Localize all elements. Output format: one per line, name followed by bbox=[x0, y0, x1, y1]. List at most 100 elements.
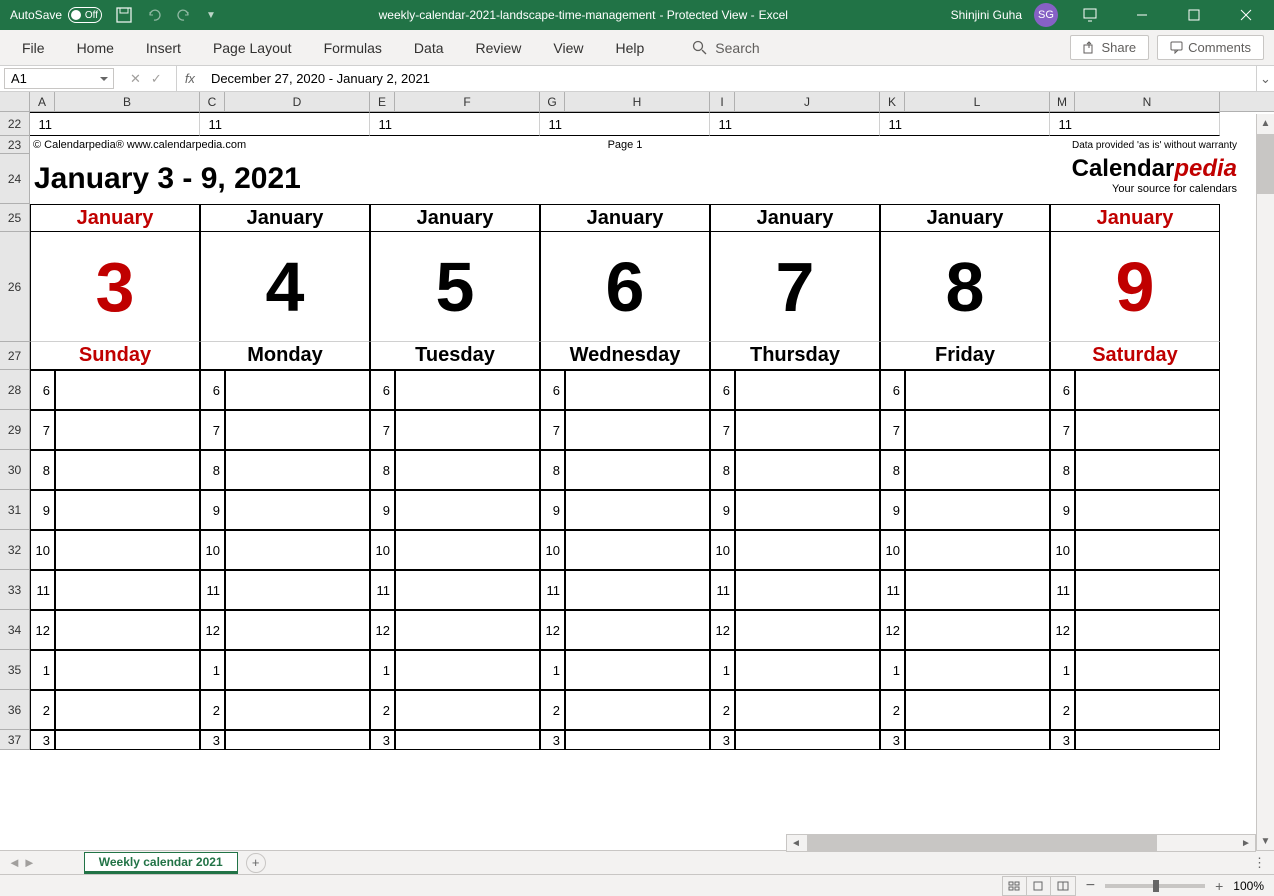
cell[interactable]: 2 bbox=[1050, 690, 1075, 730]
cell[interactable] bbox=[1075, 490, 1220, 530]
cell[interactable]: 6 bbox=[880, 370, 905, 410]
cell[interactable] bbox=[225, 570, 370, 610]
cell[interactable]: 11 bbox=[880, 112, 905, 136]
cancel-icon[interactable]: ✕ bbox=[130, 71, 141, 87]
cell[interactable] bbox=[565, 610, 710, 650]
cell[interactable] bbox=[905, 730, 1050, 750]
cell[interactable] bbox=[565, 530, 710, 570]
cell[interactable]: 11 bbox=[710, 112, 735, 136]
cell[interactable]: 9 bbox=[540, 490, 565, 530]
cell[interactable]: 11 bbox=[200, 570, 225, 610]
cell[interactable] bbox=[395, 490, 540, 530]
tab-split-handle[interactable]: ⋮ bbox=[1253, 855, 1266, 871]
cell[interactable]: January 3 - 9, 2021 bbox=[30, 154, 930, 204]
cell[interactable]: 3 bbox=[710, 730, 735, 750]
enter-icon[interactable]: ✓ bbox=[151, 71, 162, 87]
col-header-D[interactable]: D bbox=[225, 92, 370, 111]
cell[interactable] bbox=[905, 490, 1050, 530]
cell[interactable]: 8 bbox=[370, 450, 395, 490]
vertical-scrollbar[interactable]: ▲ ▼ bbox=[1256, 114, 1274, 850]
cell[interactable] bbox=[225, 610, 370, 650]
cell[interactable] bbox=[905, 650, 1050, 690]
tab-view[interactable]: View bbox=[539, 34, 597, 62]
cell[interactable] bbox=[1075, 610, 1220, 650]
row-header-25[interactable]: 25 bbox=[0, 204, 29, 232]
cell[interactable]: 2 bbox=[540, 690, 565, 730]
cell[interactable] bbox=[735, 490, 880, 530]
cell[interactable]: 8 bbox=[710, 450, 735, 490]
cell[interactable] bbox=[905, 370, 1050, 410]
row-header-27[interactable]: 27 bbox=[0, 342, 29, 370]
cell[interactable]: Data provided 'as is' without warranty bbox=[710, 136, 1240, 154]
cell[interactable] bbox=[395, 690, 540, 730]
cell[interactable]: 1 bbox=[1050, 650, 1075, 690]
scroll-up-icon[interactable]: ▲ bbox=[1257, 114, 1274, 132]
cell[interactable]: 6 bbox=[540, 232, 710, 342]
cell[interactable]: 1 bbox=[540, 650, 565, 690]
cell[interactable] bbox=[225, 530, 370, 570]
cell[interactable]: 12 bbox=[540, 610, 565, 650]
search-box[interactable]: Search bbox=[692, 40, 759, 56]
redo-icon[interactable] bbox=[176, 7, 192, 23]
cell[interactable]: 10 bbox=[710, 530, 735, 570]
cell[interactable]: 6 bbox=[1050, 370, 1075, 410]
maximize-button[interactable] bbox=[1174, 0, 1214, 30]
cell[interactable] bbox=[565, 370, 710, 410]
zoom-handle[interactable] bbox=[1153, 880, 1159, 892]
cell[interactable] bbox=[55, 530, 200, 570]
select-all-corner[interactable] bbox=[0, 92, 30, 112]
cell[interactable]: 3 bbox=[200, 730, 225, 750]
tab-insert[interactable]: Insert bbox=[132, 34, 195, 62]
cell[interactable]: 7 bbox=[710, 410, 735, 450]
cell[interactable] bbox=[395, 450, 540, 490]
cell[interactable] bbox=[905, 690, 1050, 730]
cell[interactable] bbox=[1075, 450, 1220, 490]
horizontal-scrollbar[interactable]: ◄ ► bbox=[786, 834, 1256, 852]
horizontal-scroll-thumb[interactable] bbox=[807, 835, 1157, 851]
cell[interactable] bbox=[735, 370, 880, 410]
row-header-31[interactable]: 31 bbox=[0, 490, 29, 530]
cell[interactable] bbox=[395, 610, 540, 650]
cell[interactable]: Wednesday bbox=[540, 342, 710, 370]
cell[interactable]: 10 bbox=[540, 530, 565, 570]
cell[interactable]: 11 bbox=[370, 570, 395, 610]
cell[interactable] bbox=[1075, 730, 1220, 750]
cell[interactable] bbox=[905, 610, 1050, 650]
cell[interactable] bbox=[735, 530, 880, 570]
cell[interactable]: 8 bbox=[200, 450, 225, 490]
col-header-J[interactable]: J bbox=[735, 92, 880, 111]
cell[interactable]: 12 bbox=[1050, 610, 1075, 650]
col-header-A[interactable]: A bbox=[30, 92, 55, 111]
cell[interactable]: 2 bbox=[30, 690, 55, 730]
cell[interactable] bbox=[565, 690, 710, 730]
cell[interactable]: 12 bbox=[370, 610, 395, 650]
qat-dropdown-icon[interactable]: ▼ bbox=[206, 10, 216, 21]
cell[interactable]: 10 bbox=[1050, 530, 1075, 570]
zoom-level[interactable]: 100% bbox=[1233, 879, 1264, 893]
cell[interactable]: Monday bbox=[200, 342, 370, 370]
cell[interactable]: January bbox=[200, 204, 370, 232]
cell[interactable] bbox=[395, 112, 540, 136]
cell[interactable] bbox=[395, 370, 540, 410]
cell[interactable] bbox=[735, 450, 880, 490]
row-header-33[interactable]: 33 bbox=[0, 570, 29, 610]
cell[interactable] bbox=[395, 650, 540, 690]
cell[interactable] bbox=[55, 730, 200, 750]
cell[interactable]: 9 bbox=[710, 490, 735, 530]
formula-expand-icon[interactable]: ⌄ bbox=[1256, 66, 1274, 91]
cell[interactable]: 3 bbox=[880, 730, 905, 750]
col-header-B[interactable]: B bbox=[55, 92, 200, 111]
cell[interactable] bbox=[395, 410, 540, 450]
comments-button[interactable]: Comments bbox=[1157, 35, 1264, 60]
col-header-L[interactable]: L bbox=[905, 92, 1050, 111]
cell[interactable]: 6 bbox=[200, 370, 225, 410]
tab-home[interactable]: Home bbox=[63, 34, 128, 62]
cell[interactable]: 9 bbox=[1050, 232, 1220, 342]
cell[interactable]: 1 bbox=[710, 650, 735, 690]
cell[interactable]: 7 bbox=[200, 410, 225, 450]
cell[interactable] bbox=[565, 410, 710, 450]
cell[interactable]: 7 bbox=[540, 410, 565, 450]
row-header-24[interactable]: 24 bbox=[0, 154, 29, 204]
cell[interactable] bbox=[55, 370, 200, 410]
minimize-button[interactable] bbox=[1122, 0, 1162, 30]
